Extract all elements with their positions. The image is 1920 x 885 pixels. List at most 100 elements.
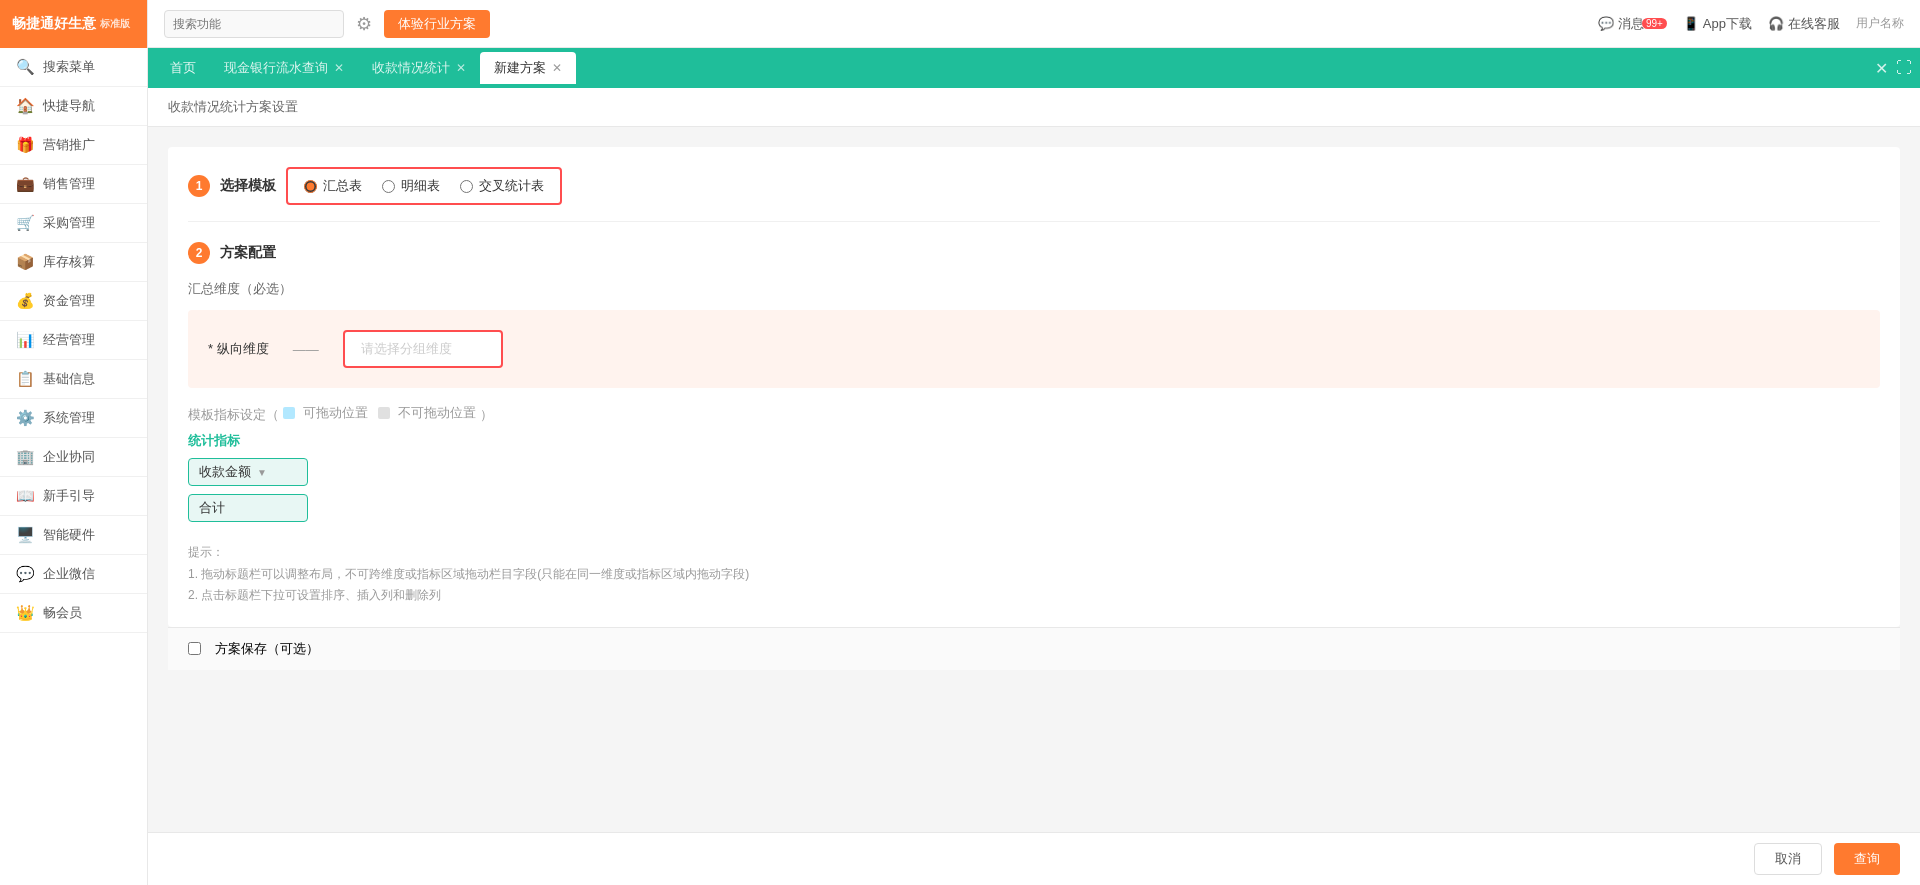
logo-sub: 标准版 xyxy=(100,17,130,31)
sidebar-label-guide: 新手引导 xyxy=(43,487,95,505)
basic-icon: 📋 xyxy=(16,370,35,388)
sidebar-label-basic: 基础信息 xyxy=(43,370,95,388)
sidebar-item-quicknav[interactable]: 🏠 快捷导航 xyxy=(0,87,147,126)
hint-movable-text: 可拖动位置 xyxy=(303,404,368,422)
option-summary[interactable]: 汇总表 xyxy=(304,177,362,195)
template-options: 汇总表 明细表 交叉统计表 xyxy=(286,167,562,205)
purchase-icon: 🛒 xyxy=(16,214,35,232)
step2-title: 方案配置 xyxy=(220,244,276,262)
tab-close-collection[interactable]: ✕ xyxy=(456,61,466,75)
tab-close-cash[interactable]: ✕ xyxy=(334,61,344,75)
sidebar-label-hardware: 智能硬件 xyxy=(43,526,95,544)
radio-detail[interactable] xyxy=(382,180,395,193)
dimension-section-title: 汇总维度（必选） xyxy=(188,280,1880,298)
metric-tag-amount[interactable]: 收款金额 ▼ xyxy=(188,458,308,486)
tips-line1: 1. 拖动标题栏可以调整布局，不可跨维度或指标区域拖动栏目字段(只能在同一维度或… xyxy=(188,564,1880,586)
username-label: 用户名称 xyxy=(1856,15,1904,32)
message-item[interactable]: 💬 消息 99+ xyxy=(1598,15,1667,33)
sidebar-item-purchase[interactable]: 🛒 采购管理 xyxy=(0,204,147,243)
sidebar-item-marketing[interactable]: 🎁 营销推广 xyxy=(0,126,147,165)
sidebar-item-inventory[interactable]: 📦 库存核算 xyxy=(0,243,147,282)
step1-circle: 1 xyxy=(188,175,210,197)
sidebar-label-marketing: 营销推广 xyxy=(43,136,95,154)
app-icon: 📱 xyxy=(1683,16,1699,31)
save-plan-label: 方案保存（可选） xyxy=(215,640,319,658)
tab-home[interactable]: 首页 xyxy=(156,59,210,77)
tab-new-plan[interactable]: 新建方案 ✕ xyxy=(480,52,576,84)
message-icon: 💬 xyxy=(1598,16,1614,31)
app-label: App下载 xyxy=(1703,15,1752,33)
tab-cash-bank[interactable]: 现金银行流水查询 ✕ xyxy=(210,52,358,84)
sidebar-item-search[interactable]: 🔍 搜索菜单 xyxy=(0,48,147,87)
inventory-icon: 📦 xyxy=(16,253,35,271)
online-service-item[interactable]: 🎧 在线客服 xyxy=(1768,15,1840,33)
step2-header: 2 方案配置 xyxy=(188,242,1880,264)
sidebar: 畅捷通好生意 标准版 🔍 搜索菜单 🏠 快捷导航 🎁 营销推广 💼 销售管理 🛒… xyxy=(0,0,148,885)
tab-close-all-icon[interactable]: ✕ xyxy=(1875,59,1888,78)
footer-save-section: 方案保存（可选） xyxy=(168,627,1900,670)
tips-line2: 2. 点击标题栏下拉可设置排序、插入列和删除列 xyxy=(188,585,1880,607)
sidebar-label-inventory: 库存核算 xyxy=(43,253,95,271)
message-label: 消息 xyxy=(1618,15,1644,33)
trial-button[interactable]: 体验行业方案 xyxy=(384,10,490,38)
tab-close-new-plan[interactable]: ✕ xyxy=(552,61,562,75)
search-input[interactable] xyxy=(164,10,344,38)
sidebar-label-sales: 销售管理 xyxy=(43,175,95,193)
stats-title: 统计指标 xyxy=(188,432,1880,450)
operations-icon: 📊 xyxy=(16,331,35,349)
query-button[interactable]: 查询 xyxy=(1834,843,1900,875)
app-download-item[interactable]: 📱 App下载 xyxy=(1683,15,1752,33)
radio-cross[interactable] xyxy=(460,180,473,193)
dimension-arrow: —— xyxy=(293,342,319,357)
save-plan-checkbox[interactable] xyxy=(188,642,201,655)
step1-header: 1 选择模板 汇总表 明细表 交叉统计表 xyxy=(188,167,1880,205)
tab-collection-stat[interactable]: 收款情况统计 ✕ xyxy=(358,52,480,84)
sidebar-label-system: 系统管理 xyxy=(43,409,95,427)
sidebar-item-operations[interactable]: 📊 经营管理 xyxy=(0,321,147,360)
tab-label-collection: 收款情况统计 xyxy=(372,59,450,77)
home-icon: 🏠 xyxy=(16,97,35,115)
dimension-select[interactable]: 请选择分组维度 xyxy=(343,330,503,368)
vertical-dimension-label: * 纵向维度 xyxy=(208,340,269,358)
metric-amount-label: 收款金额 xyxy=(199,463,251,481)
sidebar-item-member[interactable]: 👑 畅会员 xyxy=(0,594,147,633)
gear-icon[interactable]: ⚙ xyxy=(356,13,372,35)
sidebar-item-guide[interactable]: 📖 新手引导 xyxy=(0,477,147,516)
option-detail[interactable]: 明细表 xyxy=(382,177,440,195)
sidebar-logo: 畅捷通好生意 标准版 xyxy=(0,0,147,48)
step2-section: 2 方案配置 汇总维度（必选） * 纵向维度 —— 请选择分组维度 xyxy=(188,242,1880,607)
service-label: 在线客服 xyxy=(1788,15,1840,33)
hint-fixed-dot xyxy=(378,407,390,419)
sidebar-item-enterprise[interactable]: 🏢 企业协同 xyxy=(0,438,147,477)
sidebar-item-finance[interactable]: 💰 资金管理 xyxy=(0,282,147,321)
sidebar-item-sales[interactable]: 💼 销售管理 xyxy=(0,165,147,204)
page-header: 收款情况统计方案设置 xyxy=(148,88,1920,127)
sidebar-label-search: 搜索菜单 xyxy=(43,58,95,76)
tips-title: 提示： xyxy=(188,545,224,559)
tab-maximize-icon[interactable]: ⛶ xyxy=(1896,59,1912,77)
option-detail-label: 明细表 xyxy=(401,177,440,195)
metrics-hint-label: 模板指标设定（ 可拖动位置 不可拖动位置 ） xyxy=(188,404,1880,424)
sidebar-label-purchase: 采购管理 xyxy=(43,214,95,232)
step2-circle: 2 xyxy=(188,242,210,264)
radio-summary[interactable] xyxy=(304,180,317,193)
cancel-button[interactable]: 取消 xyxy=(1754,843,1822,875)
option-summary-label: 汇总表 xyxy=(323,177,362,195)
content-area: 收款情况统计方案设置 1 选择模板 汇总表 明细表 xyxy=(148,88,1920,832)
finance-icon: 💰 xyxy=(16,292,35,310)
sidebar-item-hardware[interactable]: 🖥️ 智能硬件 xyxy=(0,516,147,555)
metrics-section: 模板指标设定（ 可拖动位置 不可拖动位置 ） xyxy=(188,404,1880,522)
hint-fixed-text: 不可拖动位置 xyxy=(398,404,476,422)
logo-text: 畅捷通好生意 xyxy=(12,15,96,33)
metric-dropdown-icon: ▼ xyxy=(257,467,267,478)
metric-total: 合计 xyxy=(188,494,308,522)
sidebar-label-operations: 经营管理 xyxy=(43,331,95,349)
sidebar-item-wechat[interactable]: 💬 企业微信 xyxy=(0,555,147,594)
option-cross[interactable]: 交叉统计表 xyxy=(460,177,544,195)
dimension-area: * 纵向维度 —— 请选择分组维度 xyxy=(188,310,1880,388)
sidebar-item-basic[interactable]: 📋 基础信息 xyxy=(0,360,147,399)
enterprise-icon: 🏢 xyxy=(16,448,35,466)
sidebar-item-system[interactable]: ⚙️ 系统管理 xyxy=(0,399,147,438)
hint-movable-dot xyxy=(283,407,295,419)
message-badge: 99+ xyxy=(1642,18,1667,29)
